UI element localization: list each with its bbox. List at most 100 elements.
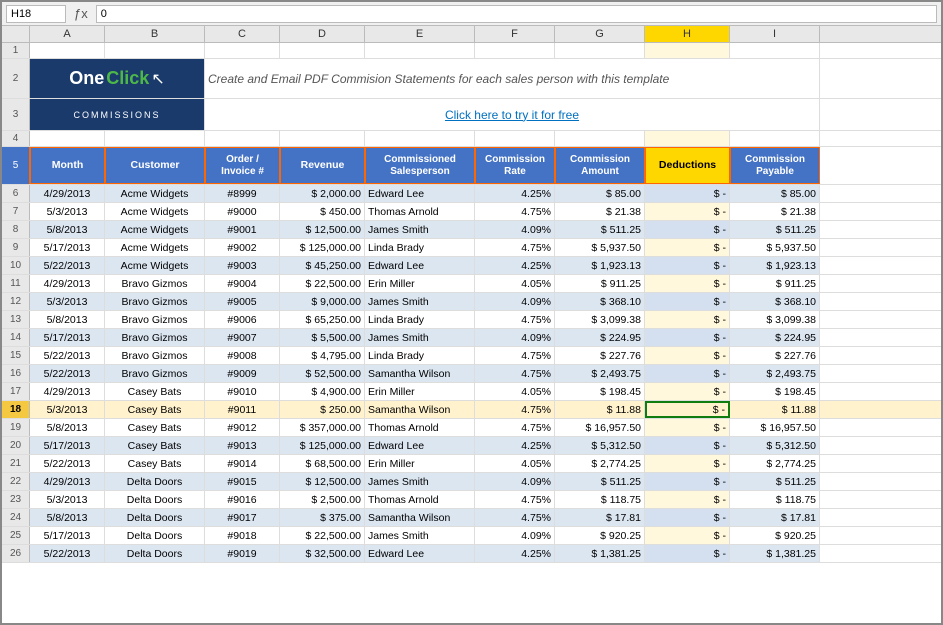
cell-g7[interactable]: $ 21.38	[555, 203, 645, 220]
cell-f14[interactable]: 4.09%	[475, 329, 555, 346]
cell-c15[interactable]: #9008	[205, 347, 280, 364]
cell-g21[interactable]: $ 2,774.25	[555, 455, 645, 472]
cell-h24[interactable]: $ -	[645, 509, 730, 526]
cell-d16[interactable]: $ 52,500.00	[280, 365, 365, 382]
cell-b24[interactable]: Delta Doors	[105, 509, 205, 526]
cell-e4[interactable]	[365, 131, 475, 146]
cell-h23[interactable]: $ -	[645, 491, 730, 508]
cell-a9[interactable]: 5/17/2013	[30, 239, 105, 256]
cell-h18[interactable]: $ -	[645, 401, 730, 418]
cell-i11[interactable]: $ 911.25	[730, 275, 820, 292]
cell-e23[interactable]: Thomas Arnold	[365, 491, 475, 508]
cell-a14[interactable]: 5/17/2013	[30, 329, 105, 346]
cell-a17[interactable]: 4/29/2013	[30, 383, 105, 400]
cell-c17[interactable]: #9010	[205, 383, 280, 400]
cell-c25[interactable]: #9018	[205, 527, 280, 544]
cell-g6[interactable]: $ 85.00	[555, 185, 645, 202]
cell-g4[interactable]	[555, 131, 645, 146]
cell-d17[interactable]: $ 4,900.00	[280, 383, 365, 400]
cell-f18[interactable]: 4.75%	[475, 401, 555, 418]
cell-h4[interactable]	[645, 131, 730, 146]
cell-b7[interactable]: Acme Widgets	[105, 203, 205, 220]
cell-a19[interactable]: 5/8/2013	[30, 419, 105, 436]
cell-f21[interactable]: 4.05%	[475, 455, 555, 472]
col-header-g[interactable]: G	[555, 26, 645, 42]
cell-i6[interactable]: $ 85.00	[730, 185, 820, 202]
cell-a11[interactable]: 4/29/2013	[30, 275, 105, 292]
cell-a4[interactable]	[30, 131, 105, 146]
cell-h14[interactable]: $ -	[645, 329, 730, 346]
cell-i15[interactable]: $ 227.76	[730, 347, 820, 364]
cell-f4[interactable]	[475, 131, 555, 146]
cell-b15[interactable]: Bravo Gizmos	[105, 347, 205, 364]
cell-g15[interactable]: $ 227.76	[555, 347, 645, 364]
cell-b9[interactable]: Acme Widgets	[105, 239, 205, 256]
cell-i24[interactable]: $ 17.81	[730, 509, 820, 526]
cell-i20[interactable]: $ 5,312.50	[730, 437, 820, 454]
cell-i18[interactable]: $ 11.88	[730, 401, 820, 418]
cell-f24[interactable]: 4.75%	[475, 509, 555, 526]
cell-g22[interactable]: $ 511.25	[555, 473, 645, 490]
cell-b18[interactable]: Casey Bats	[105, 401, 205, 418]
cell-a8[interactable]: 5/8/2013	[30, 221, 105, 238]
cell-a13[interactable]: 5/8/2013	[30, 311, 105, 328]
cell-e8[interactable]: James Smith	[365, 221, 475, 238]
cell-i21[interactable]: $ 2,774.25	[730, 455, 820, 472]
cell-b14[interactable]: Bravo Gizmos	[105, 329, 205, 346]
cell-e17[interactable]: Erin Miller	[365, 383, 475, 400]
cell-h26[interactable]: $ -	[645, 545, 730, 562]
cell-c6[interactable]: #8999	[205, 185, 280, 202]
cell-g25[interactable]: $ 920.25	[555, 527, 645, 544]
cell-c8[interactable]: #9001	[205, 221, 280, 238]
cell-d14[interactable]: $ 5,500.00	[280, 329, 365, 346]
cell-i19[interactable]: $ 16,957.50	[730, 419, 820, 436]
cell-reference[interactable]: H18	[6, 5, 66, 23]
cell-d21[interactable]: $ 68,500.00	[280, 455, 365, 472]
cell-h19[interactable]: $ -	[645, 419, 730, 436]
cell-e16[interactable]: Samantha Wilson	[365, 365, 475, 382]
cell-e25[interactable]: James Smith	[365, 527, 475, 544]
cell-d7[interactable]: $ 450.00	[280, 203, 365, 220]
cell-h16[interactable]: $ -	[645, 365, 730, 382]
cell-i4[interactable]	[730, 131, 820, 146]
cell-d12[interactable]: $ 9,000.00	[280, 293, 365, 310]
cell-f15[interactable]: 4.75%	[475, 347, 555, 364]
cell-d22[interactable]: $ 12,500.00	[280, 473, 365, 490]
cell-a20[interactable]: 5/17/2013	[30, 437, 105, 454]
cell-b1[interactable]	[105, 43, 205, 58]
cell-c18[interactable]: #9011	[205, 401, 280, 418]
cell-f17[interactable]: 4.05%	[475, 383, 555, 400]
cell-b4[interactable]	[105, 131, 205, 146]
cell-c11[interactable]: #9004	[205, 275, 280, 292]
cell-b23[interactable]: Delta Doors	[105, 491, 205, 508]
cell-f11[interactable]: 4.05%	[475, 275, 555, 292]
cell-a22[interactable]: 4/29/2013	[30, 473, 105, 490]
link-text[interactable]: Click here to try it for free	[445, 108, 579, 122]
cell-e14[interactable]: James Smith	[365, 329, 475, 346]
cell-e7[interactable]: Thomas Arnold	[365, 203, 475, 220]
cell-c21[interactable]: #9014	[205, 455, 280, 472]
cell-c23[interactable]: #9016	[205, 491, 280, 508]
cell-a25[interactable]: 5/17/2013	[30, 527, 105, 544]
cell-c1[interactable]	[205, 43, 280, 58]
cell-f6[interactable]: 4.25%	[475, 185, 555, 202]
cell-b8[interactable]: Acme Widgets	[105, 221, 205, 238]
cell-e9[interactable]: Linda Brady	[365, 239, 475, 256]
cell-e12[interactable]: James Smith	[365, 293, 475, 310]
cell-b11[interactable]: Bravo Gizmos	[105, 275, 205, 292]
cell-d15[interactable]: $ 4,795.00	[280, 347, 365, 364]
cell-d18[interactable]: $ 250.00	[280, 401, 365, 418]
cell-g14[interactable]: $ 224.95	[555, 329, 645, 346]
cell-b26[interactable]: Delta Doors	[105, 545, 205, 562]
cell-d25[interactable]: $ 22,500.00	[280, 527, 365, 544]
cell-f19[interactable]: 4.75%	[475, 419, 555, 436]
col-header-d[interactable]: D	[280, 26, 365, 42]
cell-h8[interactable]: $ -	[645, 221, 730, 238]
cell-h15[interactable]: $ -	[645, 347, 730, 364]
col-header-f[interactable]: F	[475, 26, 555, 42]
cell-e11[interactable]: Erin Miller	[365, 275, 475, 292]
cell-e20[interactable]: Edward Lee	[365, 437, 475, 454]
cell-e24[interactable]: Samantha Wilson	[365, 509, 475, 526]
cell-a6[interactable]: 4/29/2013	[30, 185, 105, 202]
cell-i23[interactable]: $ 118.75	[730, 491, 820, 508]
